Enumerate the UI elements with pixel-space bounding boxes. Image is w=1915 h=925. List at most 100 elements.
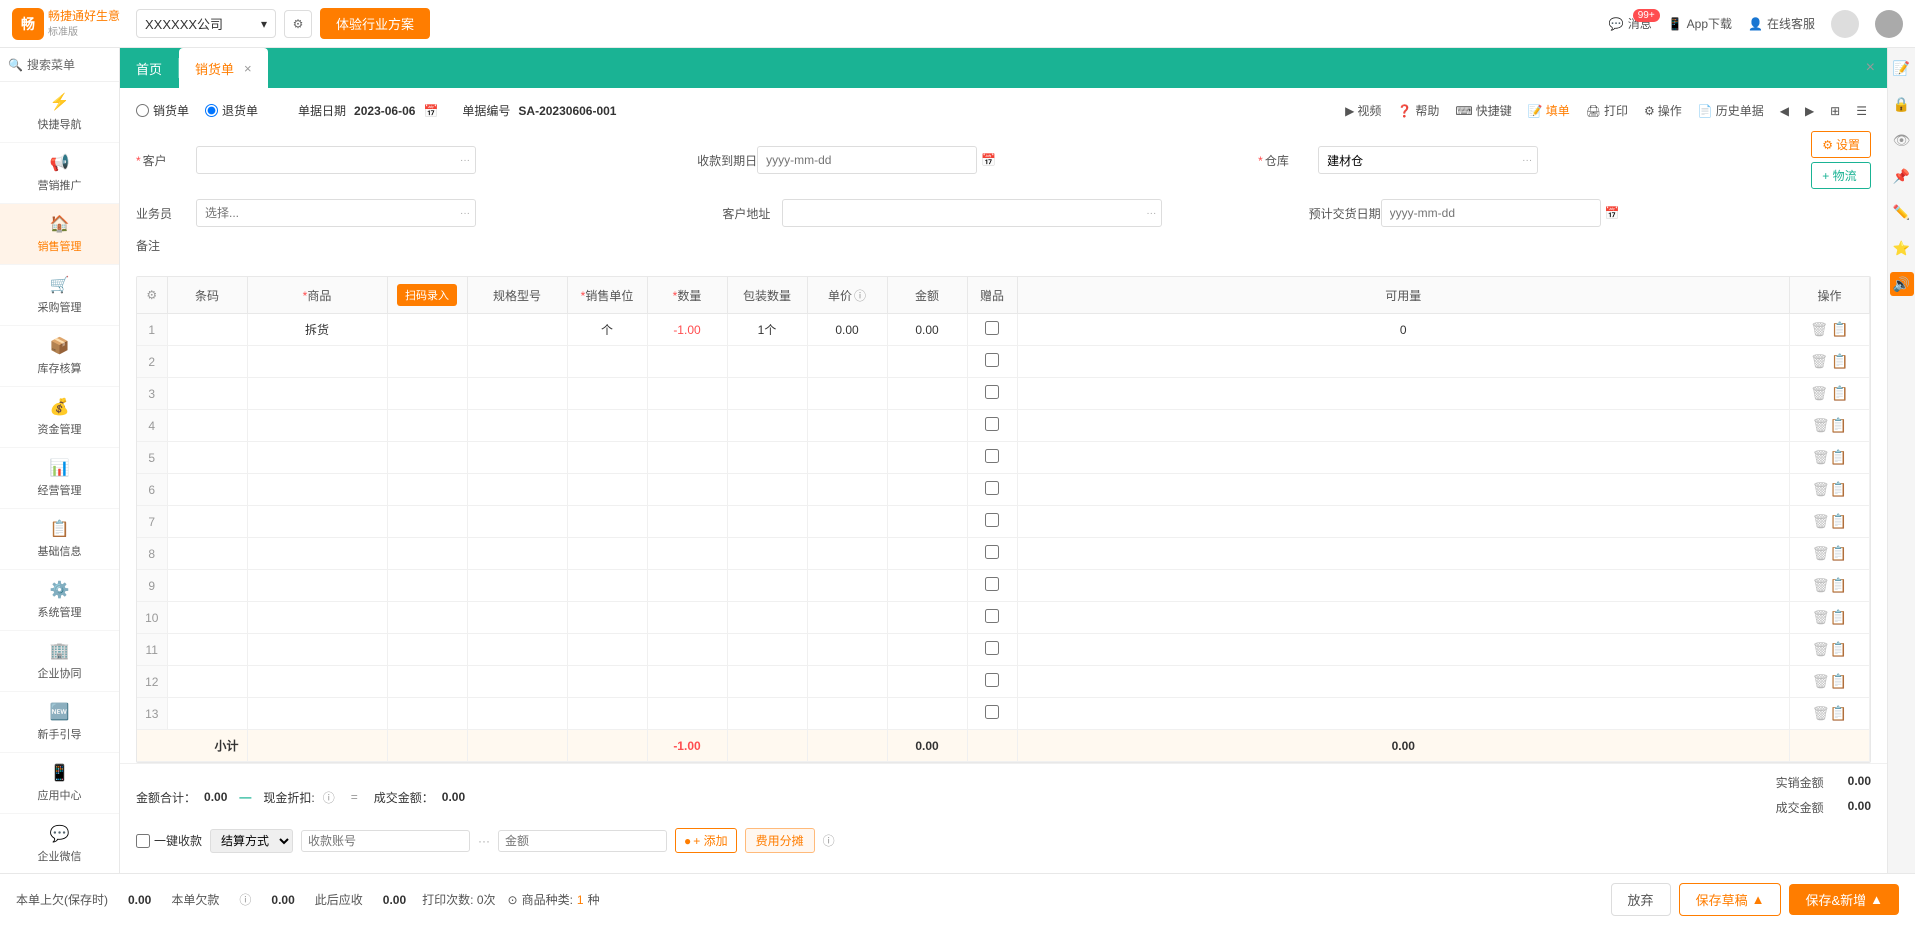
gift-checkbox[interactable] xyxy=(985,449,999,463)
delete-icon[interactable]: 🗑 xyxy=(1812,449,1830,465)
delete-icon[interactable]: 🗑 xyxy=(1810,353,1828,369)
trial-button[interactable]: 体验行业方案 xyxy=(320,8,430,39)
delete-icon[interactable]: 🗑 xyxy=(1812,481,1830,497)
delete-icon[interactable]: 🗑 xyxy=(1812,673,1830,689)
next-button[interactable]: ▶ xyxy=(1801,102,1818,120)
delete-icon[interactable]: 🗑 xyxy=(1812,577,1830,593)
gift-checkbox[interactable] xyxy=(985,417,999,431)
customer-dots-icon[interactable]: ··· xyxy=(460,155,470,166)
addr-dots-icon[interactable]: ··· xyxy=(1146,208,1156,219)
right-panel-pin-icon[interactable]: 📌 xyxy=(1890,164,1914,188)
calendar-icon-expected[interactable]: 📅 xyxy=(1605,206,1620,220)
warehouse-input[interactable] xyxy=(1318,146,1538,174)
gift-checkbox[interactable] xyxy=(985,705,999,719)
warehouse-dots-icon[interactable]: ··· xyxy=(1522,155,1532,166)
company-selector[interactable]: XXXXXX公司 ▾ xyxy=(136,9,276,38)
delete-icon[interactable]: 🗑 xyxy=(1812,705,1830,721)
radio-return-order[interactable]: 退货单 xyxy=(205,102,258,119)
add-payment-button[interactable]: ● + 添加 xyxy=(675,828,737,853)
salesperson-dots-icon[interactable]: ··· xyxy=(460,208,470,219)
sidebar-item-guide[interactable]: 🆕 新手引导 xyxy=(0,692,119,753)
settlement-method-select[interactable]: 结算方式 xyxy=(210,829,293,853)
shortcut-button[interactable]: ⌨ 快捷键 xyxy=(1451,100,1515,121)
account-input[interactable] xyxy=(301,830,470,852)
tab-home[interactable]: 首页 xyxy=(120,48,178,88)
gift-checkbox[interactable] xyxy=(985,577,999,591)
gift-checkbox[interactable] xyxy=(985,609,999,623)
delete-icon[interactable]: 🗑 xyxy=(1812,417,1830,433)
payment-due-input[interactable] xyxy=(757,146,977,174)
gift-checkbox[interactable] xyxy=(985,321,999,335)
save-draft-button[interactable]: 保存草稿 ▲ xyxy=(1679,883,1782,916)
copy-icon[interactable]: 📋 xyxy=(1830,609,1847,625)
right-panel-lock-icon[interactable]: 🔒 xyxy=(1890,92,1914,116)
scan-col-header[interactable]: 扫码录入 xyxy=(387,277,467,314)
salesperson-input[interactable] xyxy=(196,199,476,227)
delete-icon[interactable]: 🗑 xyxy=(1812,641,1830,657)
copy-icon[interactable]: 📋 xyxy=(1830,417,1847,433)
sidebar-item-inventory[interactable]: 📦 库存核算 xyxy=(0,326,119,387)
sidebar-item-system[interactable]: ⚙️ 系统管理 xyxy=(0,570,119,631)
tab-sales-order[interactable]: 销货单 × xyxy=(179,48,268,88)
gift-checkbox[interactable] xyxy=(985,353,999,367)
copy-icon[interactable]: 📋 xyxy=(1831,321,1848,337)
right-panel-edit-icon[interactable]: ✏️ xyxy=(1890,200,1914,224)
sidebar-item-sales[interactable]: 🏠 销售管理 xyxy=(0,204,119,265)
sidebar-item-enterprise[interactable]: 🏢 企业协同 xyxy=(0,631,119,692)
gift-checkbox[interactable] xyxy=(985,385,999,399)
copy-icon[interactable]: 📋 xyxy=(1830,545,1847,561)
message-button[interactable]: 💬 消息 99+ xyxy=(1609,15,1652,32)
tab-close-icon[interactable]: × xyxy=(244,61,252,76)
gift-checkbox[interactable] xyxy=(985,481,999,495)
sidebar-item-finance[interactable]: 💰 资金管理 xyxy=(0,387,119,448)
right-panel-active-icon[interactable]: 🔊 xyxy=(1890,272,1914,296)
copy-icon[interactable]: 📋 xyxy=(1830,673,1847,689)
user-avatar-2[interactable] xyxy=(1875,10,1903,38)
copy-icon[interactable]: 📋 xyxy=(1830,481,1847,497)
customer-addr-input[interactable] xyxy=(782,199,1162,227)
copy-icon[interactable]: 📋 xyxy=(1830,449,1847,465)
copy-icon[interactable]: 📋 xyxy=(1830,641,1847,657)
gift-checkbox[interactable] xyxy=(985,513,999,527)
online-support-button[interactable]: 👤 在线客服 xyxy=(1748,15,1815,32)
copy-icon[interactable]: 📋 xyxy=(1830,577,1847,593)
save-new-button[interactable]: 保存&新增 ▲ xyxy=(1789,884,1899,915)
sidebar-item-marketing[interactable]: 📢 营销推广 xyxy=(0,143,119,204)
delete-icon[interactable]: 🗑 xyxy=(1812,545,1830,561)
avatar[interactable] xyxy=(1831,10,1859,38)
radio-sales-order[interactable]: 销货单 xyxy=(136,102,189,119)
right-panel-eye-icon[interactable]: 👁 xyxy=(1890,128,1914,152)
list-view-button[interactable]: ☰ xyxy=(1852,102,1871,120)
print-button[interactable]: 🖨 打印 xyxy=(1582,100,1632,121)
amount-input[interactable] xyxy=(498,830,667,852)
expense-split-button[interactable]: 费用分摊 xyxy=(745,828,815,853)
copy-icon[interactable]: 📋 xyxy=(1830,705,1847,721)
grid-view-button[interactable]: ⊞ xyxy=(1826,102,1844,120)
history-button[interactable]: 📄 历史单据 xyxy=(1694,100,1768,121)
calendar-icon-payment[interactable]: 📅 xyxy=(981,153,996,167)
logistics-button[interactable]: + 物流 xyxy=(1811,162,1871,189)
gift-checkbox[interactable] xyxy=(985,641,999,655)
right-panel-star-icon[interactable]: ⭐ xyxy=(1890,236,1914,260)
expense-info-icon[interactable]: ⓘ xyxy=(823,832,835,849)
gift-checkbox[interactable] xyxy=(985,673,999,687)
delete-icon[interactable]: 🗑 xyxy=(1810,321,1828,337)
copy-icon[interactable]: 📋 xyxy=(1831,353,1848,369)
calendar-icon-date[interactable]: 📅 xyxy=(423,104,438,118)
close-all-button[interactable]: × xyxy=(1854,59,1887,77)
help-button[interactable]: ❓ 帮助 xyxy=(1393,100,1443,121)
delete-icon[interactable]: 🗑 xyxy=(1812,609,1830,625)
info-icon-discount[interactable]: ⓘ xyxy=(323,789,335,806)
copy-icon[interactable]: 📋 xyxy=(1831,385,1848,401)
sidebar-item-operations[interactable]: 📊 经营管理 xyxy=(0,448,119,509)
sidebar-item-wechat[interactable]: 💬 企业微信 xyxy=(0,814,119,873)
settings-button-form[interactable]: ⚙ 设置 xyxy=(1811,131,1871,158)
sidebar-item-basic-info[interactable]: 📋 基础信息 xyxy=(0,509,119,570)
unit-price-info-icon[interactable]: ⓘ xyxy=(854,289,866,303)
expected-date-input[interactable] xyxy=(1381,199,1601,227)
scan-button[interactable]: 扫码录入 xyxy=(397,284,457,306)
app-download-button[interactable]: 📱 App下载 xyxy=(1668,15,1732,32)
template-button[interactable]: 📝 填单 xyxy=(1524,100,1574,121)
one-click-payment-input[interactable] xyxy=(136,834,150,848)
radio-sales-input[interactable] xyxy=(136,104,149,117)
